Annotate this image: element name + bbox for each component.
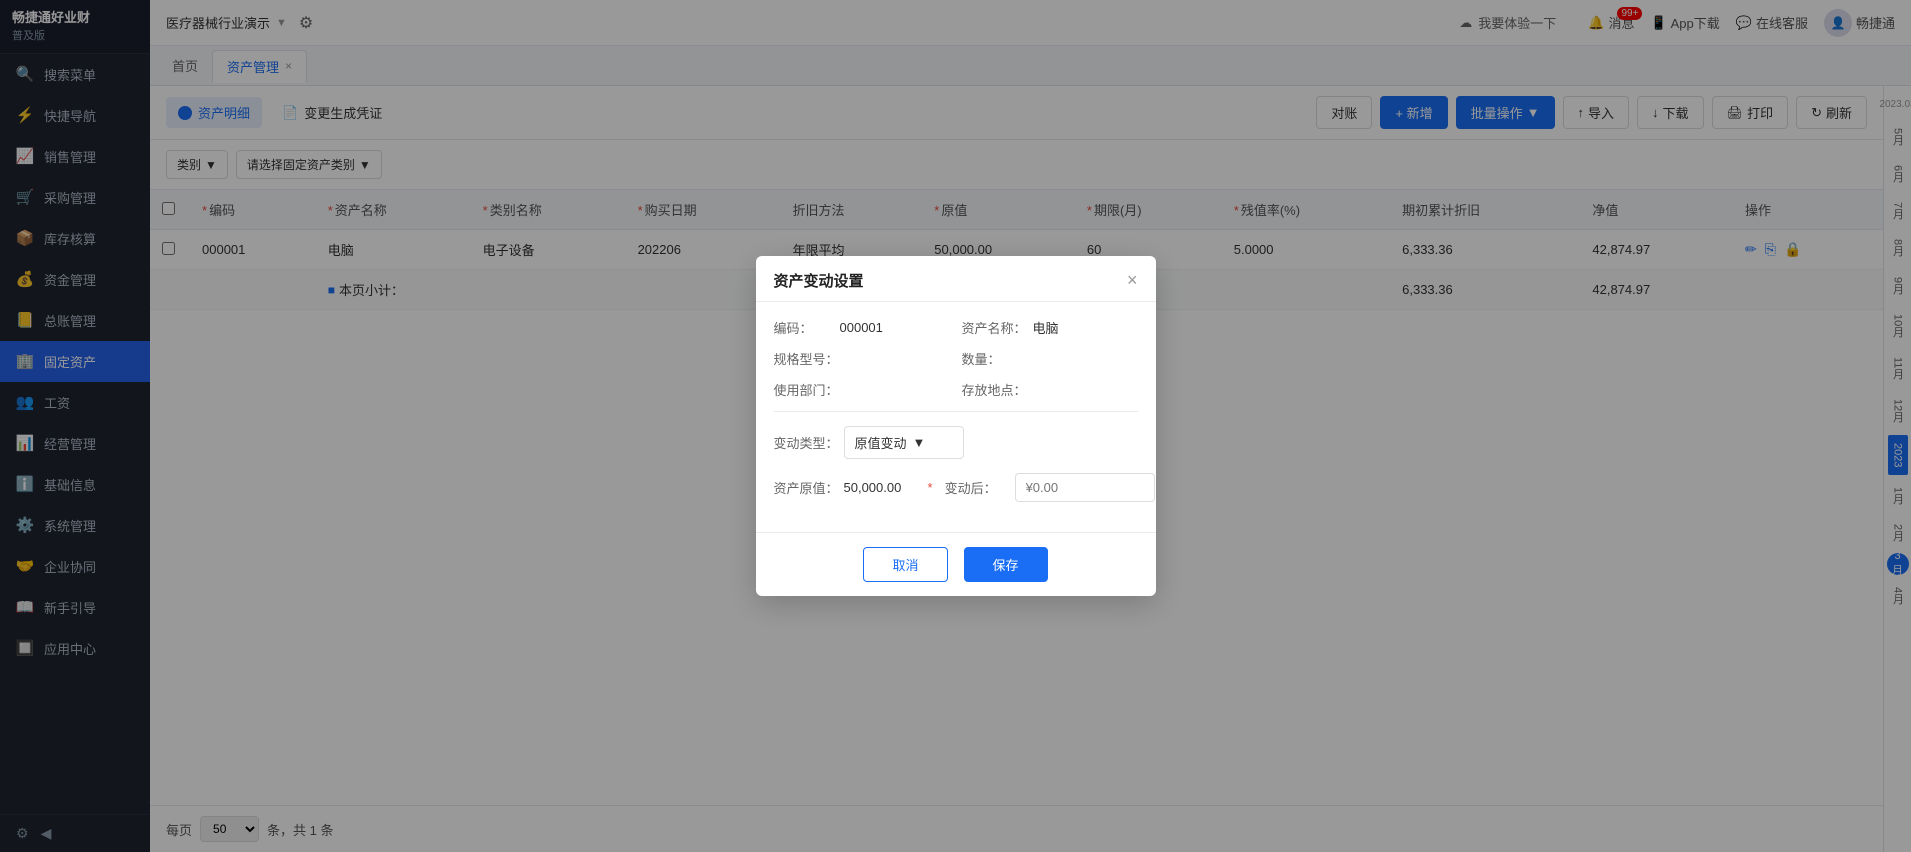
dialog-divider [774, 411, 1138, 412]
original-value-label: 资产原值： [774, 478, 844, 497]
dialog-field-code: 编码： 000001 [774, 318, 950, 337]
asset-name-value: 电脑 [1033, 318, 1059, 337]
cancel-button[interactable]: 取消 [863, 547, 947, 582]
original-value-value: 50,000.00 [844, 480, 924, 495]
dialog-field-quantity: 数量： [962, 349, 1138, 368]
code-value: 000001 [840, 320, 883, 335]
dialog-original-value-row: 资产原值： 50,000.00 * 变动后： [774, 473, 1138, 502]
change-type-chevron-icon: ▼ [913, 435, 926, 450]
dialog-change-type-row: 变动类型： 原值变动 ▼ [774, 426, 1138, 459]
dialog-overlay[interactable]: 资产变动设置 × 编码： 000001 资产名称： 电脑 规格型号： [0, 0, 1911, 852]
location-label: 存放地点： [962, 380, 1027, 399]
quantity-label: 数量： [962, 349, 1022, 368]
dialog-field-dept: 使用部门： [774, 380, 950, 399]
change-type-value: 原值变动 [855, 433, 907, 452]
required-star: * [928, 480, 933, 495]
code-label: 编码： [774, 318, 834, 337]
dialog-header: 资产变动设置 × [756, 256, 1156, 302]
spec-label: 规格型号： [774, 349, 839, 368]
dialog-footer: 取消 保存 [756, 532, 1156, 596]
dept-label: 使用部门： [774, 380, 839, 399]
dialog-row-spec-qty: 规格型号： 数量： [774, 349, 1138, 368]
dialog-title: 资产变动设置 [774, 270, 864, 291]
asset-name-label: 资产名称： [962, 318, 1027, 337]
after-change-input[interactable] [1015, 473, 1155, 502]
change-type-label: 变动类型： [774, 433, 844, 452]
save-button[interactable]: 保存 [964, 547, 1048, 582]
dialog-row-dept-location: 使用部门： 存放地点： [774, 380, 1138, 399]
dialog-row-code-name: 编码： 000001 资产名称： 电脑 [774, 318, 1138, 337]
dialog-field-spec: 规格型号： [774, 349, 950, 368]
asset-change-dialog: 资产变动设置 × 编码： 000001 资产名称： 电脑 规格型号： [756, 256, 1156, 596]
change-type-select[interactable]: 原值变动 ▼ [844, 426, 964, 459]
dialog-field-asset-name: 资产名称： 电脑 [962, 318, 1138, 337]
after-change-label: 变动后： [945, 478, 1015, 497]
dialog-field-location: 存放地点： [962, 380, 1138, 399]
dialog-close-button[interactable]: × [1127, 270, 1138, 291]
dialog-body: 编码： 000001 资产名称： 电脑 规格型号： 数量： [756, 302, 1156, 532]
